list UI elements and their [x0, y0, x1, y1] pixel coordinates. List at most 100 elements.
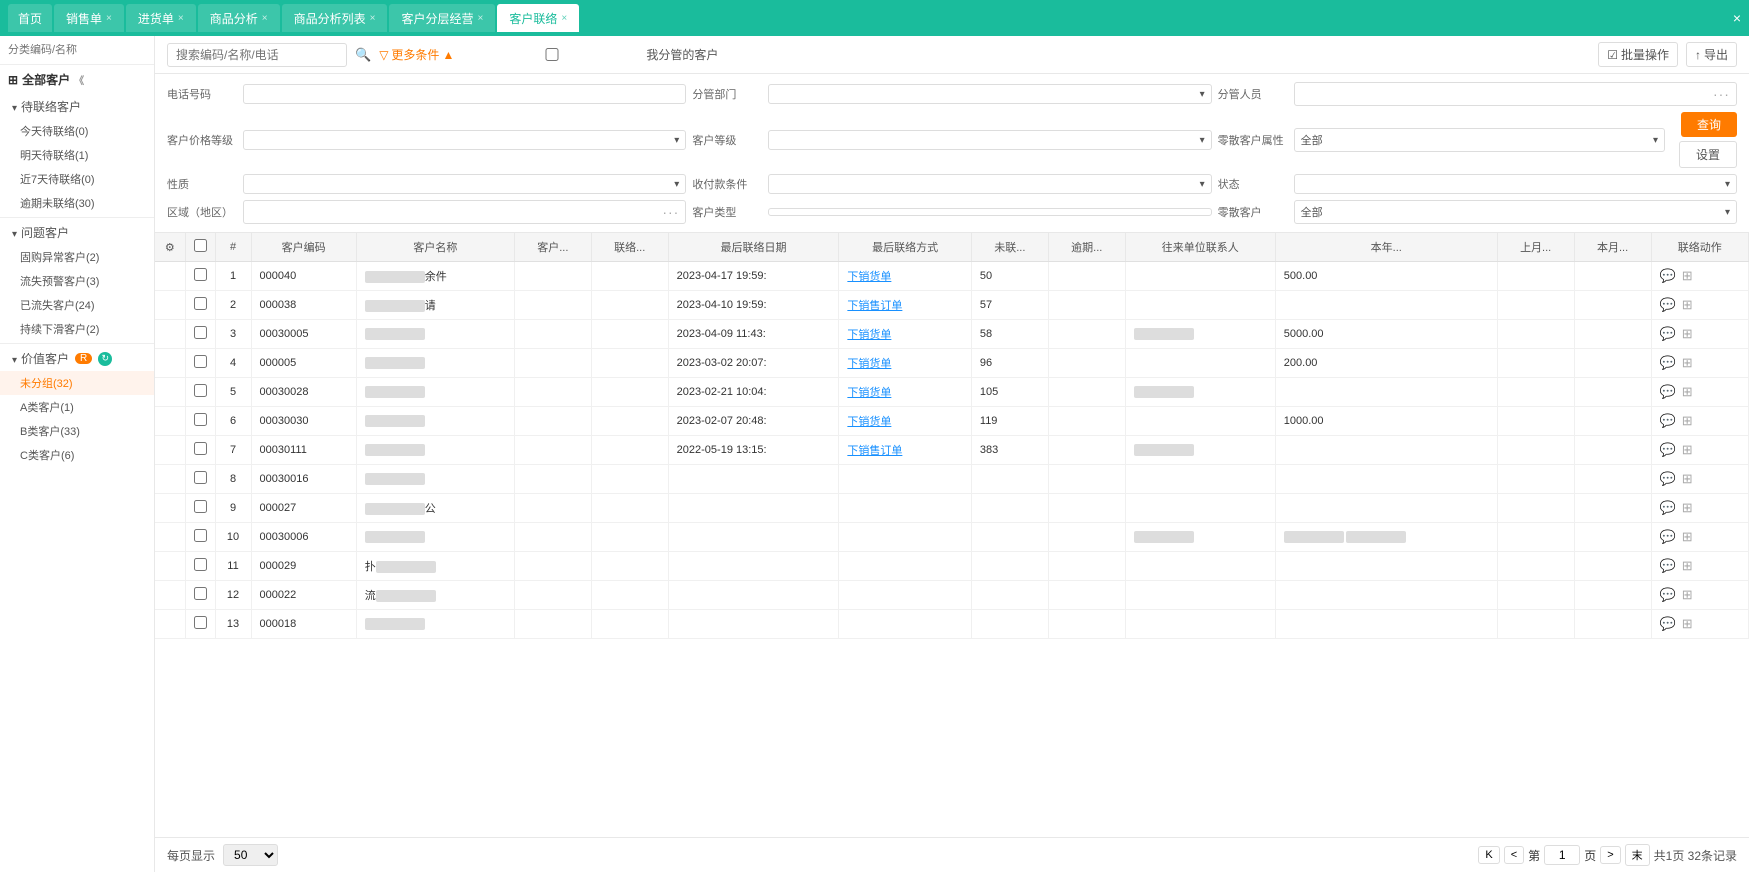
row-checkbox-11[interactable] [194, 558, 207, 571]
row-check-13[interactable] [185, 610, 215, 639]
grid-icon-12[interactable]: ⊞ [1682, 587, 1693, 603]
phone-icon-7[interactable]: 💬 [1660, 442, 1676, 458]
row-checkbox-3[interactable] [194, 326, 207, 339]
search-btn[interactable]: 查询 [1681, 112, 1737, 137]
filter-select-retail-attr[interactable]: 全部 [1294, 128, 1665, 152]
contact-method-link[interactable]: 下销货单 [847, 358, 891, 370]
search-icon[interactable]: 🔍 [355, 47, 371, 63]
grid-icon-3[interactable]: ⊞ [1682, 326, 1693, 342]
row-checkbox-9[interactable] [194, 500, 207, 513]
sidebar-item-churned[interactable]: 已流失客户(24) [0, 293, 154, 317]
close-product-analysis-list-tab[interactable]: × [370, 13, 376, 24]
contact-method-link[interactable]: 下销货单 [847, 387, 891, 399]
row-checkbox-6[interactable] [194, 413, 207, 426]
row-checkbox-10[interactable] [194, 529, 207, 542]
row-check-3[interactable] [185, 320, 215, 349]
filter-select-manager[interactable]: ··· [1294, 82, 1737, 106]
col-header-settings[interactable]: ⚙ [155, 233, 185, 262]
row-check-10[interactable] [185, 523, 215, 552]
sidebar-search-input[interactable] [8, 44, 150, 56]
sidebar-item-unclassified[interactable]: 未分组(32) [0, 371, 154, 395]
row-check-6[interactable] [185, 407, 215, 436]
contact-method-link[interactable]: 下销售订单 [847, 300, 902, 312]
reset-btn[interactable]: 设置 [1679, 141, 1737, 168]
phone-icon-5[interactable]: 💬 [1660, 384, 1676, 400]
nav-tab-customer-segment[interactable]: 客户分层经营 × [389, 4, 495, 32]
row-checkbox-8[interactable] [194, 471, 207, 484]
nav-tab-home[interactable]: 首页 [8, 4, 52, 32]
sidebar-item-declining[interactable]: 持续下滑客户(2) [0, 317, 154, 341]
close-sales-tab[interactable]: × [106, 13, 112, 24]
nav-tab-product-analysis-list[interactable]: 商品分析列表 × [282, 4, 388, 32]
grid-icon-8[interactable]: ⊞ [1682, 471, 1693, 487]
filter-select-price-level[interactable] [243, 130, 686, 150]
filter-select-dept[interactable] [768, 84, 1211, 104]
phone-icon-13[interactable]: 💬 [1660, 616, 1676, 632]
row-checkbox-1[interactable] [194, 268, 207, 281]
row-checkbox-4[interactable] [194, 355, 207, 368]
nav-tab-purchase[interactable]: 进货单 × [126, 4, 196, 32]
filter-select-nature[interactable] [243, 174, 686, 194]
contact-method-link[interactable]: 下销货单 [847, 271, 891, 283]
sidebar-item-pending-today[interactable]: 今天待联络(0) [0, 119, 154, 143]
row-checkbox-13[interactable] [194, 616, 207, 629]
sidebar-problem-group[interactable]: 问题客户 [0, 220, 154, 245]
sidebar-item-abnormal[interactable]: 固购异常客户(2) [0, 245, 154, 269]
grid-icon-1[interactable]: ⊞ [1682, 268, 1693, 284]
close-purchase-tab[interactable]: × [178, 13, 184, 24]
sidebar-price-group[interactable]: 价值客户 R ↻ [0, 346, 154, 371]
close-product-analysis-tab[interactable]: × [262, 13, 268, 24]
last-page-btn[interactable]: 末 [1625, 844, 1650, 866]
grid-icon-9[interactable]: ⊞ [1682, 500, 1693, 516]
row-check-5[interactable] [185, 378, 215, 407]
grid-icon-13[interactable]: ⊞ [1682, 616, 1693, 632]
filter-select-region[interactable]: ··· [243, 200, 686, 224]
row-check-4[interactable] [185, 349, 215, 378]
sidebar-item-pending-7days[interactable]: 近7天待联络(0) [0, 167, 154, 191]
page-size-select[interactable]: 50 100 [223, 844, 278, 866]
row-check-7[interactable] [185, 436, 215, 465]
grid-icon-7[interactable]: ⊞ [1682, 442, 1693, 458]
sidebar-item-overdue[interactable]: 逾期未联络(30) [0, 191, 154, 215]
nav-tab-product-analysis[interactable]: 商品分析 × [198, 4, 280, 32]
sidebar-pending-group[interactable]: 待联络客户 [0, 94, 154, 119]
more-conditions-btn[interactable]: ▽ 更多条件 ▲ [379, 46, 454, 63]
row-checkbox-2[interactable] [194, 297, 207, 310]
grid-icon-2[interactable]: ⊞ [1682, 297, 1693, 313]
phone-icon-6[interactable]: 💬 [1660, 413, 1676, 429]
phone-icon-2[interactable]: 💬 [1660, 297, 1676, 313]
sidebar-item-class-c[interactable]: C类客户(6) [0, 443, 154, 467]
sidebar-item-pending-tomorrow[interactable]: 明天待联络(1) [0, 143, 154, 167]
contact-method-link[interactable]: 下销货单 [847, 416, 891, 428]
phone-icon-9[interactable]: 💬 [1660, 500, 1676, 516]
row-check-2[interactable] [185, 291, 215, 320]
phone-icon-4[interactable]: 💬 [1660, 355, 1676, 371]
first-page-btn[interactable]: K [1478, 846, 1499, 864]
grid-icon-5[interactable]: ⊞ [1682, 384, 1693, 400]
select-all-checkbox[interactable] [194, 239, 207, 252]
row-check-8[interactable] [185, 465, 215, 494]
row-check-9[interactable] [185, 494, 215, 523]
phone-icon-12[interactable]: 💬 [1660, 587, 1676, 603]
close-customer-contact-tab[interactable]: × [561, 13, 567, 24]
contact-method-link[interactable]: 下销售订单 [847, 445, 902, 457]
phone-icon-11[interactable]: 💬 [1660, 558, 1676, 574]
contact-method-link[interactable]: 下销货单 [847, 329, 891, 341]
nav-tab-customer-contact[interactable]: 客户联络 × [497, 4, 579, 32]
prev-page-btn[interactable]: < [1504, 846, 1524, 864]
grid-icon-10[interactable]: ⊞ [1682, 529, 1693, 545]
filter-select-customer-type[interactable] [768, 208, 1211, 216]
close-customer-segment-tab[interactable]: × [477, 13, 483, 24]
my-customers-check[interactable]: 我分管的客户 [462, 46, 718, 63]
sidebar-all-customers[interactable]: ⊞ 全部客户 《 [0, 65, 154, 94]
my-customers-checkbox[interactable] [462, 48, 642, 61]
batch-op-btn[interactable]: ☑ 批量操作 [1598, 42, 1678, 67]
search-input[interactable] [167, 43, 347, 67]
phone-icon-10[interactable]: 💬 [1660, 529, 1676, 545]
phone-icon-1[interactable]: 💬 [1660, 268, 1676, 284]
sidebar-item-churn-warning[interactable]: 流失预警客户(3) [0, 269, 154, 293]
filter-select-status[interactable] [1294, 174, 1737, 194]
nav-tab-sales[interactable]: 销售单 × [54, 4, 124, 32]
sidebar-item-class-b[interactable]: B类客户(33) [0, 419, 154, 443]
row-checkbox-12[interactable] [194, 587, 207, 600]
